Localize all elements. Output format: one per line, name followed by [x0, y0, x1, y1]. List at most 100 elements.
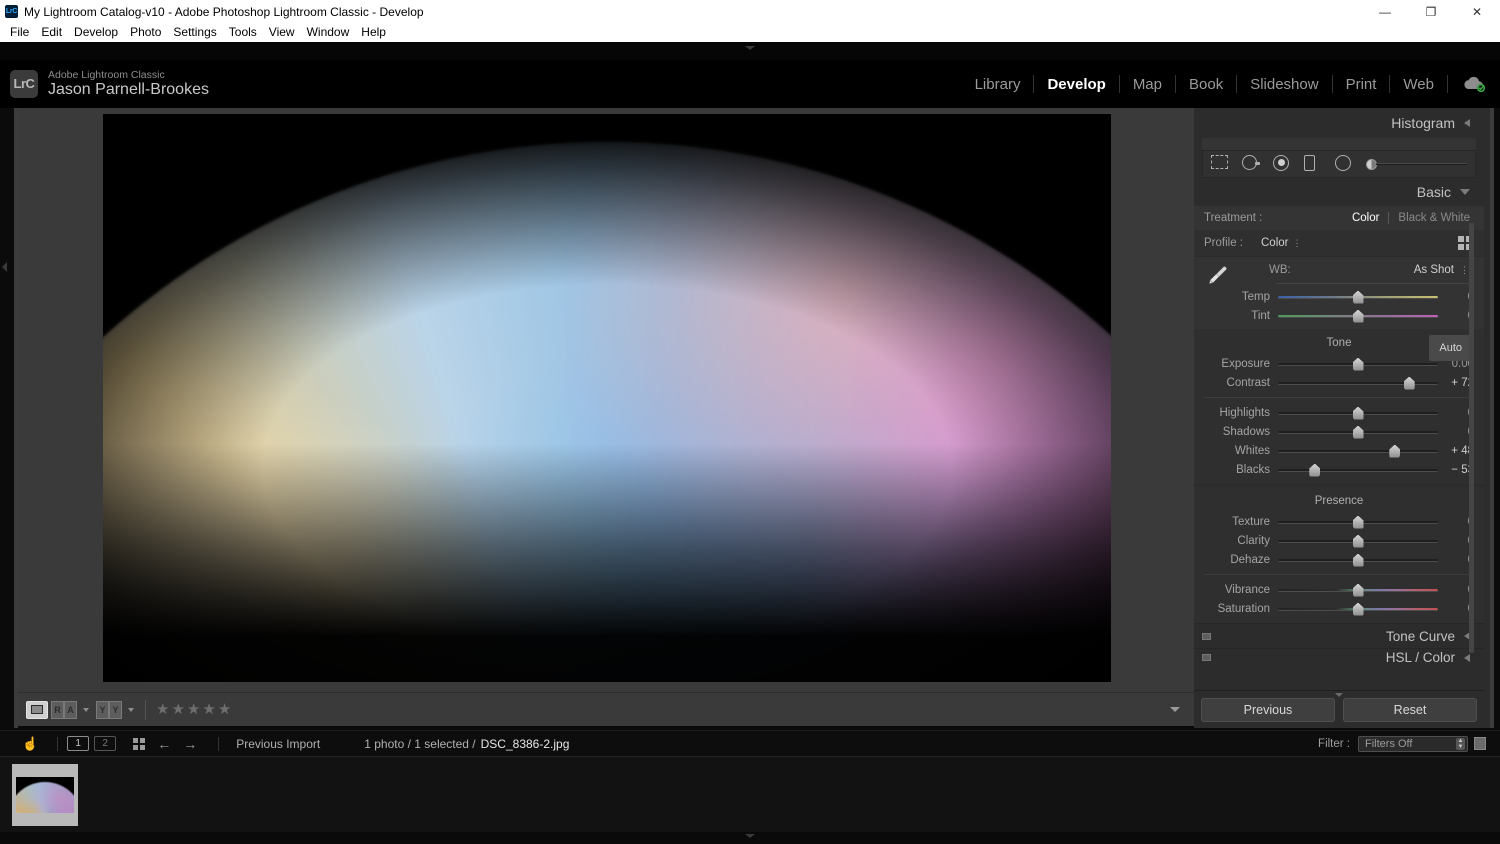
star-icon[interactable]: ★: [156, 702, 169, 717]
panel-resize-caret-icon[interactable]: [1335, 693, 1343, 697]
shadows-track[interactable]: [1278, 425, 1438, 439]
spot-removal-tool[interactable]: [1242, 154, 1261, 174]
highlights-knob[interactable]: [1352, 406, 1364, 420]
top-panel-collapse-arrow[interactable]: [745, 46, 755, 50]
chevron-left-icon[interactable]: [1464, 653, 1470, 662]
filter-spinner-icon[interactable]: ▲ ▼: [1456, 737, 1465, 750]
tint-track[interactable]: [1278, 309, 1438, 323]
dehaze-knob[interactable]: [1352, 553, 1364, 567]
wb-value[interactable]: As Shot: [1414, 264, 1454, 276]
exposure-track[interactable]: [1278, 357, 1438, 371]
rating-stars[interactable]: ★ ★ ★ ★ ★: [156, 702, 231, 717]
menu-edit[interactable]: Edit: [35, 23, 68, 42]
slider-saturation[interactable]: Saturation 0: [1194, 599, 1484, 618]
reset-button[interactable]: Reset: [1343, 697, 1477, 722]
slider-highlights[interactable]: Highlights 0: [1194, 403, 1484, 422]
monitor-2-button[interactable]: 2: [94, 736, 117, 751]
whites-knob[interactable]: [1389, 444, 1401, 458]
tint-knob[interactable]: [1352, 309, 1364, 323]
profile-value[interactable]: Color: [1261, 237, 1288, 249]
slider-blacks[interactable]: Blacks − 53: [1194, 460, 1484, 479]
blacks-track[interactable]: [1278, 463, 1438, 477]
cloud-sync-icon[interactable]: [1462, 75, 1486, 93]
treatment-bw-option[interactable]: Black & White: [1398, 212, 1470, 224]
slider-clarity[interactable]: Clarity 0: [1194, 531, 1484, 550]
menu-window[interactable]: Window: [301, 23, 356, 42]
texture-track[interactable]: [1278, 515, 1438, 529]
hsl-switch-icon[interactable]: [1202, 654, 1211, 661]
loupe-view-button[interactable]: [26, 700, 48, 719]
monitor-1-button[interactable]: 1: [67, 736, 90, 751]
survey-view-button[interactable]: Y Y: [96, 700, 122, 719]
slider-shadows[interactable]: Shadows 0: [1194, 422, 1484, 441]
minimize-button[interactable]: —: [1362, 0, 1408, 23]
menu-develop[interactable]: Develop: [68, 23, 124, 42]
slider-contrast[interactable]: Contrast + 72: [1194, 373, 1484, 392]
vibrance-track[interactable]: [1278, 583, 1438, 597]
clarity-track[interactable]: [1278, 534, 1438, 548]
shadows-knob[interactable]: [1352, 425, 1364, 439]
compare-caret-icon[interactable]: [83, 707, 89, 712]
menu-file[interactable]: File: [4, 23, 35, 42]
menu-tools[interactable]: Tools: [223, 23, 263, 42]
exposure-knob[interactable]: [1352, 357, 1364, 371]
right-panel-scrollbar[interactable]: [1469, 223, 1474, 653]
radial-filter-tool[interactable]: [1335, 154, 1354, 174]
filmstrip-thumbnail[interactable]: [12, 763, 78, 826]
chevron-left-icon[interactable]: [1464, 119, 1470, 127]
contrast-track[interactable]: [1278, 376, 1438, 390]
slider-temp[interactable]: Temp 0: [1194, 287, 1484, 306]
basic-panel-header[interactable]: Basic: [1194, 178, 1484, 206]
survey-caret-icon[interactable]: [128, 707, 134, 712]
forward-arrow-icon[interactable]: →: [183, 736, 197, 752]
menu-view[interactable]: View: [263, 23, 301, 42]
vibrance-knob[interactable]: [1352, 583, 1364, 597]
highlights-track[interactable]: [1278, 406, 1438, 420]
filmstrip-toggle-icon[interactable]: [1474, 737, 1486, 750]
compare-view-button[interactable]: R A: [51, 700, 77, 719]
treatment-color-option[interactable]: Color: [1352, 212, 1379, 224]
whites-track[interactable]: [1278, 444, 1438, 458]
red-eye-tool[interactable]: [1273, 154, 1292, 174]
tone-curve-panel-header[interactable]: Tone Curve: [1194, 623, 1484, 648]
star-icon[interactable]: ★: [187, 702, 200, 717]
saturation-track[interactable]: [1278, 602, 1438, 616]
module-library[interactable]: Library: [962, 76, 1034, 93]
white-balance-eyedropper-icon[interactable]: [1206, 263, 1230, 287]
source-label[interactable]: Previous Import: [236, 737, 320, 751]
menu-settings[interactable]: Settings: [167, 23, 222, 42]
dehaze-track[interactable]: [1278, 553, 1438, 567]
contrast-knob[interactable]: [1403, 376, 1415, 390]
crop-overlay-tool[interactable]: [1211, 154, 1230, 174]
profile-dropdown-icon[interactable]: ⋮: [1292, 238, 1302, 249]
histogram-panel-header[interactable]: Histogram: [1194, 108, 1484, 138]
hsl-color-panel-header[interactable]: HSL / Color: [1194, 648, 1484, 666]
slider-vibrance[interactable]: Vibrance 0: [1194, 580, 1484, 599]
menu-photo[interactable]: Photo: [124, 23, 167, 42]
adjustment-brush-size-slider[interactable]: [1366, 155, 1467, 174]
slider-texture[interactable]: Texture 0: [1194, 512, 1484, 531]
module-develop[interactable]: Develop: [1034, 76, 1118, 93]
clarity-knob[interactable]: [1352, 534, 1364, 548]
module-book[interactable]: Book: [1176, 76, 1236, 93]
blacks-knob[interactable]: [1309, 463, 1321, 477]
filmstrip-collapse-arrow[interactable]: [745, 834, 755, 838]
close-button[interactable]: ✕: [1454, 0, 1500, 23]
hand-grabber-icon[interactable]: ☝: [22, 736, 38, 752]
star-icon[interactable]: ★: [171, 702, 184, 717]
back-arrow-icon[interactable]: ←: [157, 736, 171, 752]
loupe-photo-frame[interactable]: [103, 114, 1111, 682]
texture-knob[interactable]: [1352, 515, 1364, 529]
module-map[interactable]: Map: [1120, 76, 1175, 93]
identity-plate[interactable]: LrC Adobe Lightroom Classic Jason Parnel…: [0, 69, 209, 99]
star-icon[interactable]: ★: [202, 702, 215, 717]
menu-help[interactable]: Help: [355, 23, 392, 42]
module-slideshow[interactable]: Slideshow: [1237, 76, 1331, 93]
slider-whites[interactable]: Whites + 48: [1194, 441, 1484, 460]
left-panel-collapse-arrow[interactable]: [2, 262, 7, 272]
saturation-knob[interactable]: [1352, 602, 1364, 616]
grid-view-icon[interactable]: [133, 737, 146, 750]
previous-button[interactable]: Previous: [1201, 697, 1335, 722]
module-print[interactable]: Print: [1333, 76, 1390, 93]
chevron-down-icon[interactable]: [1460, 189, 1470, 195]
